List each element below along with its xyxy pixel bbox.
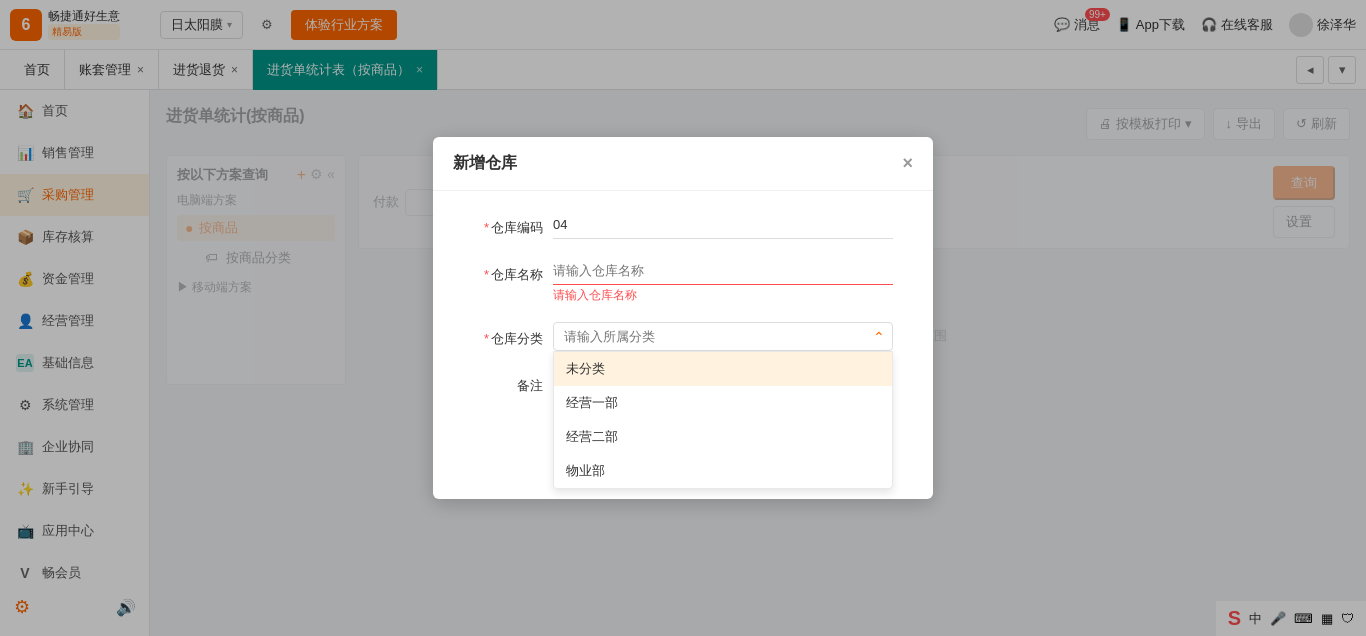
remark-label: 备注 xyxy=(473,369,553,395)
code-input[interactable] xyxy=(553,211,893,239)
category-arrow-icon[interactable]: ⌃ xyxy=(873,329,885,345)
name-field-row: 仓库名称 请输入仓库名称 xyxy=(473,257,893,304)
category-dropdown: 未分类 经营一部 经营二部 物业部 xyxy=(553,351,893,489)
code-label: 仓库编码 xyxy=(473,211,553,237)
modal-body: 仓库编码 仓库名称 请输入仓库名称 仓库分类 ⌃ xyxy=(433,191,933,435)
modal-close-button[interactable]: × xyxy=(902,153,913,174)
modal-title: 新增仓库 xyxy=(453,153,517,174)
dropdown-item-ops2[interactable]: 经营二部 xyxy=(554,420,892,454)
category-label: 仓库分类 xyxy=(473,322,553,348)
code-field-row: 仓库编码 xyxy=(473,211,893,239)
dropdown-item-property[interactable]: 物业部 xyxy=(554,454,892,488)
name-label: 仓库名称 xyxy=(473,258,553,284)
name-error-msg: 请输入仓库名称 xyxy=(553,287,637,304)
add-warehouse-modal: 新增仓库 × 仓库编码 仓库名称 请输入仓库名称 xyxy=(433,137,933,499)
category-input[interactable] xyxy=(553,322,893,351)
modal-header: 新增仓库 × xyxy=(433,137,933,191)
dropdown-item-unclassified[interactable]: 未分类 xyxy=(554,352,892,386)
name-input[interactable] xyxy=(553,257,893,285)
category-field-row: 仓库分类 ⌃ 未分类 经营一部 xyxy=(473,322,893,351)
category-select-wrapper: ⌃ 未分类 经营一部 经营二部 xyxy=(553,322,893,351)
dropdown-item-ops1[interactable]: 经营一部 xyxy=(554,386,892,420)
